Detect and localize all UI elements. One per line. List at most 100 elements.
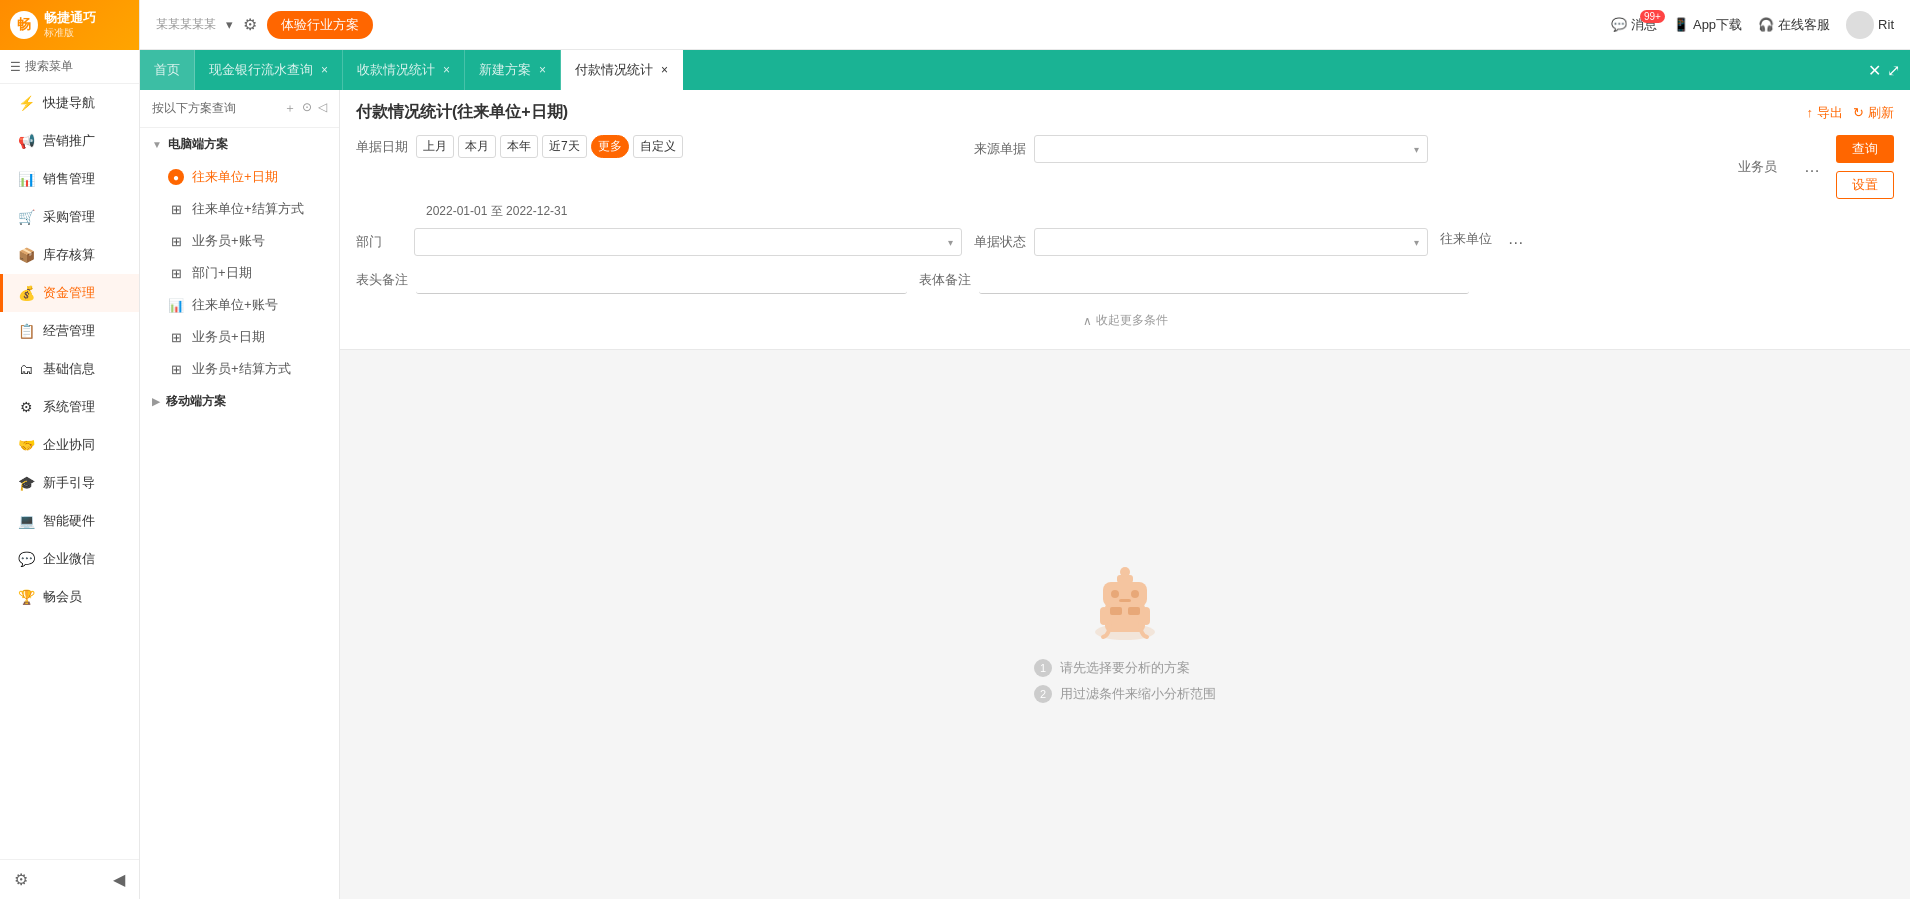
scheme-item-6[interactable]: ⊞ 业务员+结算方式 bbox=[140, 353, 339, 385]
date-btn-custom[interactable]: 自定义 bbox=[633, 135, 683, 158]
bodynote-field: 表体备注 bbox=[919, 266, 1470, 294]
mobile-section-title[interactable]: ▶ 移动端方案 bbox=[140, 385, 339, 418]
tab-newplan-label: 新建方案 bbox=[479, 61, 531, 79]
collapse-bar[interactable]: ∧ 收起更多条件 bbox=[356, 304, 1894, 337]
date-btn-thismonth[interactable]: 本月 bbox=[458, 135, 496, 158]
tab-receipt-close[interactable]: × bbox=[443, 63, 450, 77]
svg-rect-3 bbox=[1128, 607, 1140, 615]
sidebar: 畅 畅捷通巧 标准版 ☰ 搜索菜单 ⚡ 快捷导航 📢 营销推广 📊 销售管理 🛒… bbox=[0, 0, 140, 899]
svg-rect-4 bbox=[1103, 582, 1147, 607]
sidebar-item-marketing[interactable]: 📢 营销推广 bbox=[0, 122, 139, 160]
sidebar-item-basic[interactable]: 🗂 基础信息 bbox=[0, 350, 139, 388]
user-avatar-item[interactable]: Rit bbox=[1846, 11, 1894, 39]
search-menu-btn[interactable]: ☰ 搜索菜单 bbox=[10, 58, 129, 75]
export-icon: ↑ bbox=[1807, 105, 1814, 120]
topbar-right: 💬 消息 99+ 📱 App下载 🎧 在线客服 Rit bbox=[1611, 11, 1894, 39]
sidebar-item-operation[interactable]: 📋 经营管理 bbox=[0, 312, 139, 350]
scheme-item-5-icon: ⊞ bbox=[168, 329, 184, 345]
headset-icon: 🎧 bbox=[1758, 17, 1774, 32]
right-panel: 付款情况统计(往来单位+日期) ↑ 导出 ↻ 刷新 bbox=[340, 90, 1910, 899]
filter-area: 付款情况统计(往来单位+日期) ↑ 导出 ↻ 刷新 bbox=[340, 90, 1910, 350]
svg-point-5 bbox=[1111, 590, 1119, 598]
query-btn[interactable]: 查询 bbox=[1836, 135, 1894, 163]
sidebar-search-area[interactable]: ☰ 搜索菜单 bbox=[0, 50, 139, 84]
sidebar-item-member[interactable]: 🏆 畅会员 bbox=[0, 578, 139, 616]
sidebar-settings-btn[interactable]: ⚙ bbox=[14, 870, 28, 889]
tab-newplan[interactable]: 新建方案 × bbox=[465, 50, 561, 90]
hardware-icon: 💻 bbox=[17, 512, 35, 530]
tab-home-label: 首页 bbox=[154, 61, 180, 79]
panel-add-icon[interactable]: ＋ bbox=[284, 100, 296, 117]
panel-settings-icon[interactable]: ⊙ bbox=[302, 100, 312, 117]
sidebar-collapse-btn[interactable]: ◀ bbox=[113, 870, 125, 889]
tab-bank[interactable]: 现金银行流水查询 × bbox=[195, 50, 343, 90]
sidebar-item-inventory[interactable]: 📦 库存核算 bbox=[0, 236, 139, 274]
counterpart-dots-btn[interactable]: … bbox=[1500, 228, 1532, 250]
sidebar-item-member-label: 畅会员 bbox=[43, 588, 82, 606]
dept-select[interactable]: ▾ bbox=[414, 228, 962, 256]
sidebar-item-sales[interactable]: 📊 销售管理 bbox=[0, 160, 139, 198]
hint-text-2: 用过滤条件来缩小分析范围 bbox=[1060, 685, 1216, 703]
export-btn[interactable]: ↑ 导出 bbox=[1807, 104, 1844, 122]
refresh-icon: ↻ bbox=[1853, 105, 1864, 120]
svg-point-6 bbox=[1131, 590, 1139, 598]
tablenote-input[interactable] bbox=[416, 266, 907, 294]
topbar-left: 某某某某某 ▾ ⚙ 体验行业方案 bbox=[156, 11, 373, 39]
desktop-section-title[interactable]: ▼ 电脑端方案 bbox=[140, 128, 339, 161]
date-btn-7days[interactable]: 近7天 bbox=[542, 135, 587, 158]
sidebar-item-wechat-label: 企业微信 bbox=[43, 550, 95, 568]
sidebar-item-enterprise[interactable]: 🤝 企业协同 bbox=[0, 426, 139, 464]
refresh-btn[interactable]: ↻ 刷新 bbox=[1853, 104, 1894, 122]
guide-icon: 🎓 bbox=[17, 474, 35, 492]
mobile-section-label: 移动端方案 bbox=[166, 393, 226, 410]
tab-payment-close[interactable]: × bbox=[661, 63, 668, 77]
topbar-settings-btn[interactable]: ⚙ bbox=[243, 15, 257, 34]
logo-icon: 畅 bbox=[10, 11, 38, 39]
sidebar-item-capital[interactable]: 💰 资金管理 bbox=[0, 274, 139, 312]
tabbar-close-all-btn[interactable]: ✕ bbox=[1868, 61, 1881, 80]
tabbar-controls: ✕ ⤢ bbox=[1868, 50, 1910, 90]
sidebar-item-quicknav[interactable]: ⚡ 快捷导航 bbox=[0, 84, 139, 122]
sidebar-item-guide[interactable]: 🎓 新手引导 bbox=[0, 464, 139, 502]
date-btn-lastmonth[interactable]: 上月 bbox=[416, 135, 454, 158]
sidebar-item-operation-label: 经营管理 bbox=[43, 322, 95, 340]
desktop-section-label: 电脑端方案 bbox=[168, 136, 228, 153]
sidebar-item-hardware[interactable]: 💻 智能硬件 bbox=[0, 502, 139, 540]
tab-home[interactable]: 首页 bbox=[140, 50, 195, 90]
salesman-dots-btn[interactable]: … bbox=[1796, 156, 1828, 178]
date-btn-more[interactable]: 更多 bbox=[591, 135, 629, 158]
scheme-item-2[interactable]: ⊞ 业务员+账号 bbox=[140, 225, 339, 257]
scheme-item-1[interactable]: ⊞ 往来单位+结算方式 bbox=[140, 193, 339, 225]
sidebar-item-system[interactable]: ⚙ 系统管理 bbox=[0, 388, 139, 426]
notification-item[interactable]: 💬 消息 99+ bbox=[1611, 16, 1657, 34]
app-download-item[interactable]: 📱 App下载 bbox=[1673, 16, 1742, 34]
scheme-item-5[interactable]: ⊞ 业务员+日期 bbox=[140, 321, 339, 353]
date-btn-thisyear[interactable]: 本年 bbox=[500, 135, 538, 158]
tabbar-expand-btn[interactable]: ⤢ bbox=[1887, 61, 1900, 80]
topbar-address: 某某某某某 bbox=[156, 16, 216, 33]
panel-collapse-icon[interactable]: ◁ bbox=[318, 100, 327, 117]
sidebar-item-wechat[interactable]: 💬 企业微信 bbox=[0, 540, 139, 578]
bodynote-input[interactable] bbox=[979, 266, 1470, 294]
scheme-item-4[interactable]: 📊 往来单位+账号 bbox=[140, 289, 339, 321]
online-service-item[interactable]: 🎧 在线客服 bbox=[1758, 16, 1830, 34]
panel-header-icons: ＋ ⊙ ◁ bbox=[284, 100, 327, 117]
tab-bank-close[interactable]: × bbox=[321, 63, 328, 77]
docstatus-select[interactable]: ▾ bbox=[1034, 228, 1428, 256]
tab-newplan-close[interactable]: × bbox=[539, 63, 546, 77]
trial-industry-btn[interactable]: 体验行业方案 bbox=[267, 11, 373, 39]
source-select[interactable]: ▾ bbox=[1034, 135, 1428, 163]
settings-btn[interactable]: 设置 bbox=[1836, 171, 1894, 199]
tab-receipt[interactable]: 收款情况统计 × bbox=[343, 50, 465, 90]
empty-illustration bbox=[1075, 547, 1175, 647]
scheme-item-0[interactable]: ● 往来单位+日期 bbox=[140, 161, 339, 193]
source-label: 来源单据 bbox=[974, 140, 1026, 158]
desktop-section-arrow: ▼ bbox=[152, 139, 162, 150]
sidebar-item-purchase[interactable]: 🛒 采购管理 bbox=[0, 198, 139, 236]
svg-point-9 bbox=[1120, 567, 1130, 577]
scheme-item-6-label: 业务员+结算方式 bbox=[192, 360, 291, 378]
tab-payment[interactable]: 付款情况统计 × bbox=[561, 50, 683, 90]
sidebar-item-purchase-label: 采购管理 bbox=[43, 208, 95, 226]
scheme-item-3[interactable]: ⊞ 部门+日期 bbox=[140, 257, 339, 289]
address-dropdown-btn[interactable]: ▾ bbox=[226, 17, 233, 32]
